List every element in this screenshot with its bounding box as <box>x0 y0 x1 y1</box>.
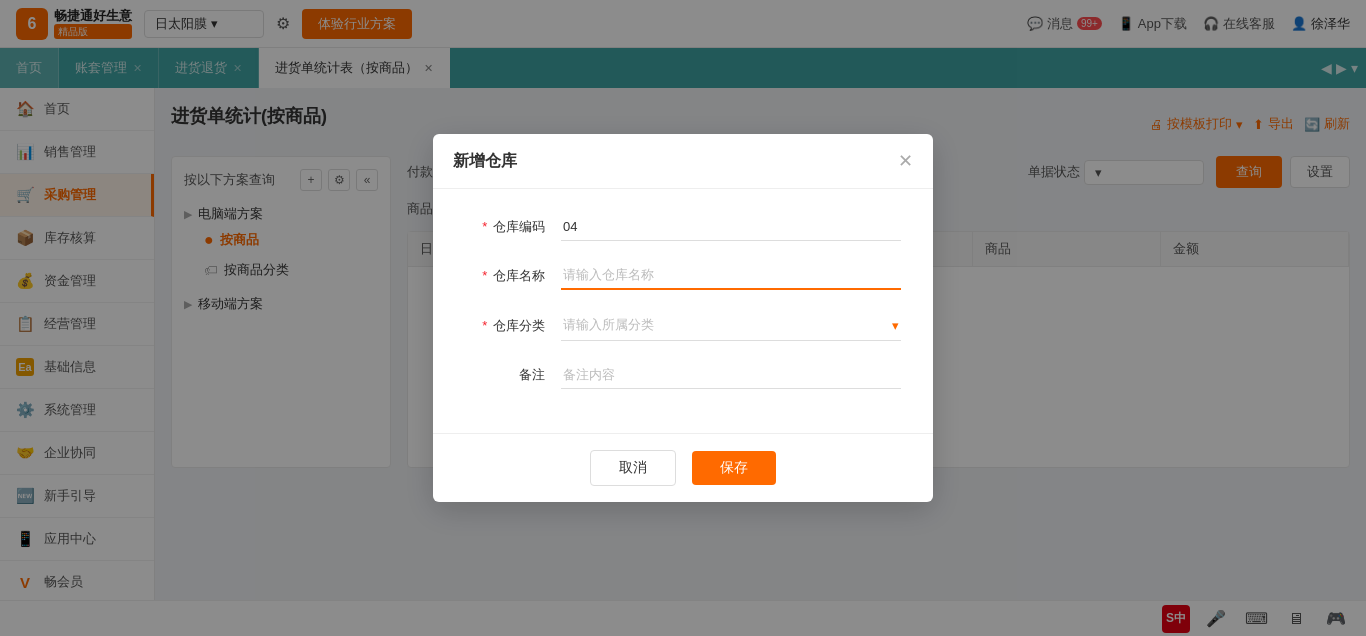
form-row-category: * 仓库分类 请输入所属分类 ▾ <box>465 310 901 341</box>
required-star-code: * <box>482 219 487 234</box>
modal-title: 新增仓库 <box>453 151 517 172</box>
modal-footer: 取消 保存 <box>433 433 933 502</box>
form-row-notes: 备注 <box>465 361 901 389</box>
category-select[interactable]: 请输入所属分类 ▾ <box>561 310 901 341</box>
form-row-code: * 仓库编码 <box>465 213 901 241</box>
modal-close-button[interactable]: ✕ <box>898 150 913 172</box>
category-placeholder: 请输入所属分类 <box>563 316 654 334</box>
code-input[interactable] <box>561 213 901 241</box>
save-button[interactable]: 保存 <box>692 451 776 485</box>
notes-input[interactable] <box>561 361 901 389</box>
cancel-button[interactable]: 取消 <box>590 450 676 486</box>
notes-label: 备注 <box>465 366 545 384</box>
name-input[interactable] <box>561 261 901 290</box>
form-row-name: * 仓库名称 <box>465 261 901 290</box>
new-warehouse-modal: 新增仓库 ✕ * 仓库编码 * 仓库名称 <box>433 134 933 502</box>
modal-overlay[interactable]: 新增仓库 ✕ * 仓库编码 * 仓库名称 <box>0 0 1366 636</box>
name-label: * 仓库名称 <box>465 267 545 285</box>
modal-header: 新增仓库 ✕ <box>433 134 933 189</box>
category-label: * 仓库分类 <box>465 317 545 335</box>
modal-body: * 仓库编码 * 仓库名称 * 仓库分类 请输入所属 <box>433 189 933 433</box>
required-star-category: * <box>482 318 487 333</box>
code-label: * 仓库编码 <box>465 218 545 236</box>
required-star-name: * <box>482 268 487 283</box>
category-chevron-icon: ▾ <box>892 318 899 333</box>
